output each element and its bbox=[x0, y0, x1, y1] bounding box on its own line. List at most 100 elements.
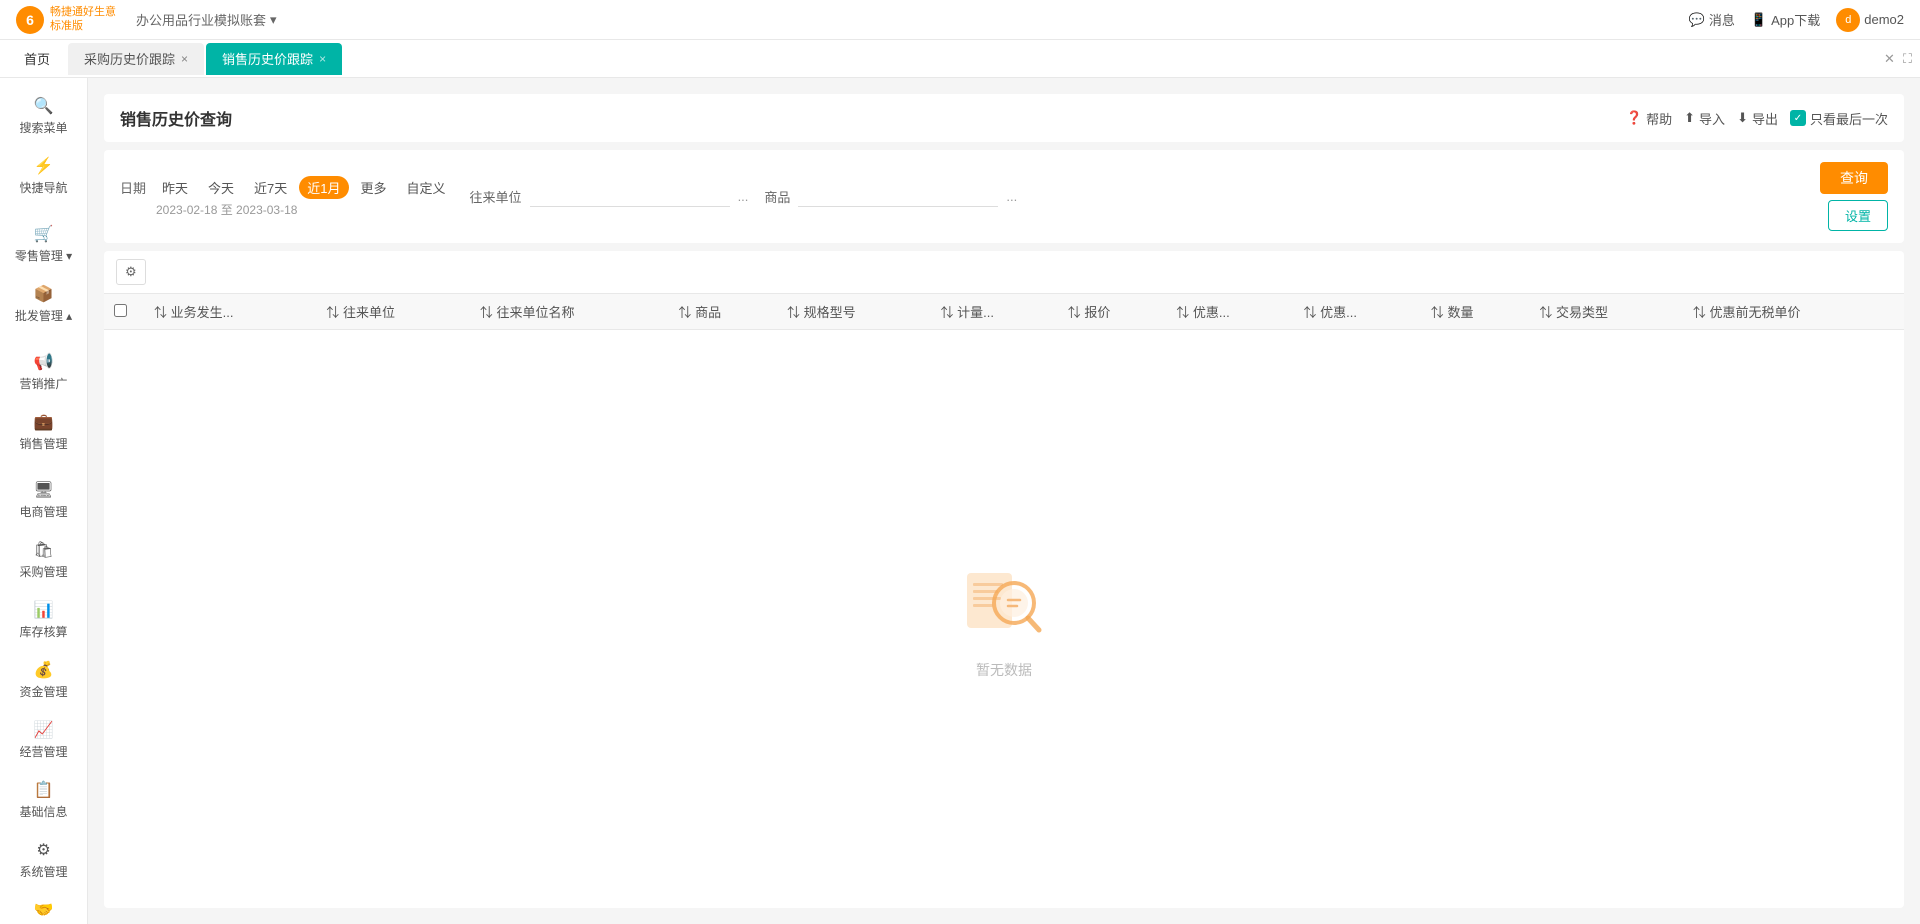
sidebar-item-retail-label: 零售管理 ▾ bbox=[15, 247, 72, 264]
col-discount2[interactable]: ⇅ 优惠... bbox=[1294, 294, 1421, 330]
top-bar: 6 畅捷通好生意 标准版 办公用品行业模拟账套 ▾ 💬 消息 📱 App下载 d… bbox=[0, 0, 1920, 40]
col-spec[interactable]: ⇅ 规格型号 bbox=[777, 294, 931, 330]
empty-text: 暂无数据 bbox=[976, 660, 1032, 680]
related-unit-dots[interactable]: ... bbox=[738, 189, 749, 204]
product-input[interactable] bbox=[798, 187, 998, 207]
empty-state: 暂无数据 bbox=[104, 330, 1904, 908]
download-icon: 📱 bbox=[1751, 12, 1767, 28]
date-btn-today[interactable]: 今天 bbox=[200, 176, 242, 199]
retail-icon: 🛒 bbox=[34, 224, 54, 244]
sidebar-item-enterprise-coop[interactable]: 🤝 企业协同 bbox=[0, 890, 87, 924]
col-quoted-price-label: 报价 bbox=[1084, 305, 1110, 320]
col-product[interactable]: ⇅ 商品 bbox=[668, 294, 777, 330]
date-btn-last7days[interactable]: 近7天 bbox=[246, 176, 295, 199]
col-quantity[interactable]: ⇅ 数量 bbox=[1421, 294, 1530, 330]
sidebar-item-inventory-label: 库存核算 bbox=[19, 623, 67, 640]
import-icon: ⬆ bbox=[1684, 110, 1695, 126]
view-only-toggle[interactable]: ✓ 只看最后一次 bbox=[1790, 109, 1888, 128]
user-menu[interactable]: d demo2 bbox=[1836, 8, 1904, 32]
help-label: 帮助 bbox=[1646, 109, 1672, 128]
export-btn[interactable]: ⬇ 导出 bbox=[1737, 109, 1778, 128]
col-unit[interactable]: ⇅ 计量... bbox=[930, 294, 1057, 330]
column-settings-btn[interactable]: ⚙ bbox=[116, 259, 146, 285]
sidebar-item-sales[interactable]: 💼 销售管理 bbox=[0, 402, 87, 462]
col-unit-name-label: 往来单位名称 bbox=[496, 305, 574, 320]
filter-row: 日期 昨天 今天 近7天 近1月 更多 自定义 2023-02-18 至 202… bbox=[120, 162, 1888, 231]
product-dots[interactable]: ... bbox=[1006, 189, 1017, 204]
col-product-label: 商品 bbox=[695, 305, 721, 320]
sidebar-item-system[interactable]: ⚙ 系统管理 bbox=[0, 830, 87, 890]
col-discount1-label: 优惠... bbox=[1193, 305, 1230, 320]
app-selector[interactable]: 办公用品行业模拟账套 ▾ bbox=[136, 10, 277, 29]
sidebar-item-purchase[interactable]: 🛍 采购管理 bbox=[0, 530, 87, 590]
product-label: 商品 bbox=[764, 187, 790, 206]
sidebar-item-ecommerce[interactable]: 🖥 电商管理 bbox=[0, 470, 87, 530]
col-unit-name[interactable]: ⇅ 往来单位名称 bbox=[470, 294, 669, 330]
sidebar-item-basic-info[interactable]: 📋 基础信息 bbox=[0, 770, 87, 830]
page-header: 销售历史价查询 ❓ 帮助 ⬆ 导入 ⬇ 导出 ✓ 只看最后一次 bbox=[104, 94, 1904, 142]
tab-purchase-history[interactable]: 采购历史价跟踪 × bbox=[68, 43, 204, 75]
sort-icon: ⇅ bbox=[326, 305, 339, 320]
sidebar-item-quick-nav[interactable]: ⚡ 快捷导航 bbox=[0, 146, 87, 206]
col-trade-type[interactable]: ⇅ 交易类型 bbox=[1529, 294, 1683, 330]
col-pre-tax-price[interactable]: ⇅ 优惠前无税单价 bbox=[1683, 294, 1904, 330]
sidebar-item-inventory[interactable]: 📊 库存核算 bbox=[0, 590, 87, 650]
sidebar-item-ecommerce-label: 电商管理 bbox=[19, 503, 67, 520]
query-btn[interactable]: 查询 bbox=[1820, 162, 1888, 194]
help-btn[interactable]: ❓ 帮助 bbox=[1626, 109, 1672, 128]
empty-illustration bbox=[959, 558, 1049, 648]
close-window-btn[interactable]: ✕ bbox=[1884, 51, 1895, 67]
date-btn-last1month[interactable]: 近1月 bbox=[299, 176, 348, 199]
sidebar-item-finance[interactable]: 💰 资金管理 bbox=[0, 650, 87, 710]
filter-right-actions: 查询 设置 bbox=[1820, 162, 1888, 231]
marketing-icon: 📢 bbox=[34, 352, 54, 372]
export-icon: ⬇ bbox=[1737, 110, 1748, 126]
sidebar-item-marketing[interactable]: 📢 营销推广 bbox=[0, 342, 87, 402]
sidebar-item-operations[interactable]: 📈 经营管理 bbox=[0, 710, 87, 770]
table-toolbar: ⚙ bbox=[104, 251, 1904, 294]
date-btn-custom[interactable]: 自定义 bbox=[399, 176, 454, 199]
tab-purchase-history-close[interactable]: × bbox=[181, 52, 188, 66]
tab-sales-history-close[interactable]: × bbox=[319, 52, 326, 66]
app-download-btn[interactable]: 📱 App下载 bbox=[1751, 10, 1820, 29]
sidebar-item-quick-nav-label: 快捷导航 bbox=[19, 179, 67, 196]
quick-nav-icon: ⚡ bbox=[34, 156, 54, 176]
date-btn-yesterday[interactable]: 昨天 bbox=[154, 176, 196, 199]
message-icon: 💬 bbox=[1689, 12, 1705, 28]
col-checkbox[interactable] bbox=[104, 294, 144, 330]
inventory-icon: 📊 bbox=[34, 600, 54, 620]
chevron-down-icon: ▾ bbox=[270, 12, 277, 28]
logo-area: 6 畅捷通好生意 标准版 bbox=[16, 6, 116, 34]
col-business-date[interactable]: ⇅ 业务发生... bbox=[144, 294, 316, 330]
col-unit-code[interactable]: ⇅ 往来单位 bbox=[316, 294, 470, 330]
import-btn[interactable]: ⬆ 导入 bbox=[1684, 109, 1725, 128]
tab-home[interactable]: 首页 bbox=[8, 43, 66, 75]
sidebar-item-search-menu-label: 搜索菜单 bbox=[19, 119, 67, 136]
fullscreen-btn[interactable]: ⛶ bbox=[1903, 51, 1912, 67]
sort-icon: ⇅ bbox=[1176, 305, 1189, 320]
tab-sales-history[interactable]: 销售历史价跟踪 × bbox=[206, 43, 342, 75]
settings-btn[interactable]: 设置 bbox=[1828, 200, 1888, 231]
sidebar-item-search-menu[interactable]: 🔍 搜索菜单 bbox=[0, 86, 87, 146]
sort-icon: ⇅ bbox=[1068, 305, 1081, 320]
message-btn[interactable]: 💬 消息 bbox=[1689, 10, 1735, 29]
user-label: demo2 bbox=[1864, 12, 1904, 27]
export-label: 导出 bbox=[1752, 109, 1778, 128]
col-discount1[interactable]: ⇅ 优惠... bbox=[1166, 294, 1293, 330]
sidebar-item-wholesale[interactable]: 📦 批发管理 ▴ bbox=[0, 274, 87, 334]
date-btn-more[interactable]: 更多 bbox=[353, 176, 395, 199]
tab-bar-actions: ✕ ⛶ bbox=[1884, 51, 1912, 67]
import-label: 导入 bbox=[1699, 109, 1725, 128]
tab-purchase-history-label: 采购历史价跟踪 bbox=[84, 49, 175, 68]
data-table: ⇅ 业务发生... ⇅ 往来单位 ⇅ 往来单位名称 bbox=[104, 294, 1904, 330]
sales-icon: 💼 bbox=[34, 412, 54, 432]
related-unit-input[interactable] bbox=[530, 187, 730, 207]
sidebar-item-retail[interactable]: 🛒 零售管理 ▾ bbox=[0, 214, 87, 274]
tab-home-label: 首页 bbox=[24, 49, 50, 68]
col-quoted-price[interactable]: ⇅ 报价 bbox=[1058, 294, 1167, 330]
select-all-checkbox[interactable] bbox=[114, 304, 127, 317]
basic-info-icon: 📋 bbox=[34, 780, 54, 800]
finance-icon: 💰 bbox=[34, 660, 54, 680]
related-unit-group: 往来单位 ... bbox=[470, 187, 749, 207]
logo-icon: 6 bbox=[16, 6, 44, 34]
